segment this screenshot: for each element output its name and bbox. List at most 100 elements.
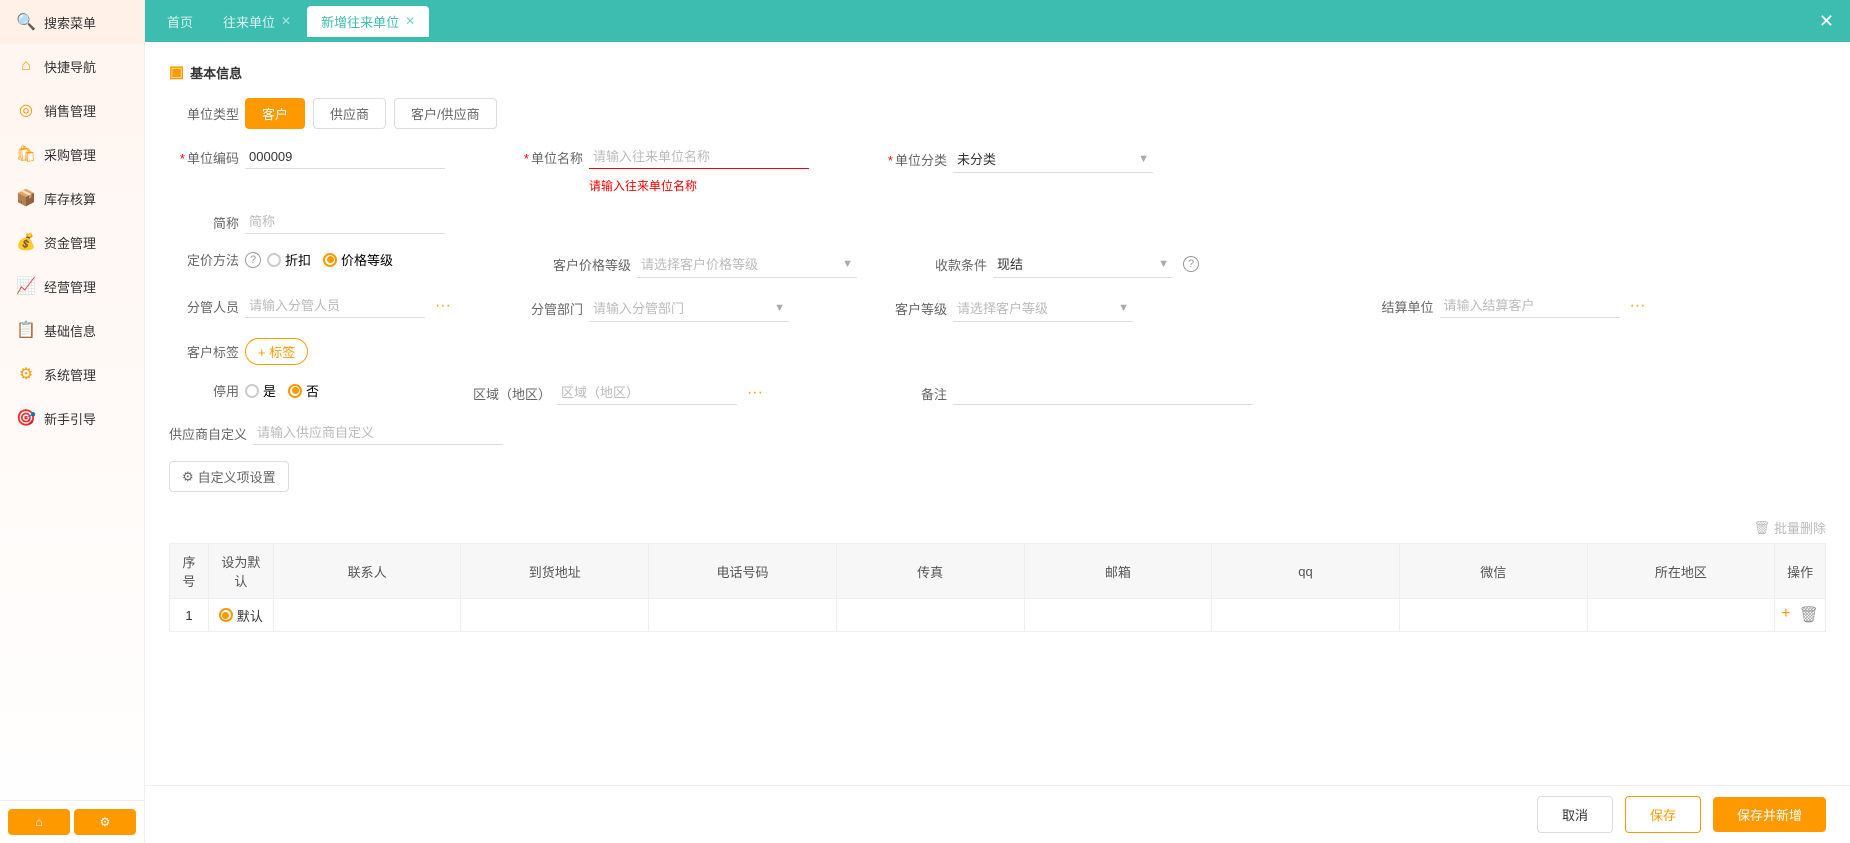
sidebar-item-system[interactable]: ⚙ 系统管理 bbox=[0, 352, 144, 396]
settlement-more-btn[interactable]: ··· bbox=[1626, 297, 1650, 315]
manager-row: 分管人员 ··· 分管部门 请输入分管部门 ▼ 客户等级 请选择客户等级 ▼ bbox=[169, 294, 1826, 322]
row-delete-btn[interactable]: 🗑 bbox=[1799, 605, 1819, 625]
search-icon: 🔍 bbox=[16, 12, 36, 32]
row-action-btns: + 🗑 bbox=[1781, 605, 1819, 625]
sidebar-item-inventory[interactable]: 📦 库存核算 bbox=[0, 176, 144, 220]
radio-disable-yes[interactable]: 是 bbox=[245, 381, 276, 400]
region-label: 区域（地区） bbox=[473, 384, 551, 403]
settlement-unit-label: 结算单位 bbox=[1364, 297, 1434, 316]
manager-more-btn[interactable]: ··· bbox=[431, 297, 455, 315]
section-title: 基本信息 bbox=[190, 63, 242, 82]
payment-terms-select[interactable]: 现结 ▼ bbox=[993, 250, 1173, 278]
unit-code-input[interactable] bbox=[245, 145, 445, 169]
cancel-button[interactable]: 取消 bbox=[1537, 796, 1613, 833]
manager-label: 分管人员 bbox=[169, 297, 239, 316]
manager-input[interactable] bbox=[245, 294, 425, 318]
col-phone: 电话号码 bbox=[649, 544, 837, 599]
customer-price-label: 客户价格等级 bbox=[553, 255, 631, 274]
tab-partners[interactable]: 往来单位 ✕ bbox=[209, 6, 305, 37]
save-button[interactable]: 保存 bbox=[1625, 796, 1701, 833]
cell-qq[interactable] bbox=[1212, 599, 1400, 632]
cell-region[interactable] bbox=[1587, 599, 1775, 632]
short-name-field: 简称 bbox=[169, 210, 489, 234]
unit-class-label: 单位分类 bbox=[877, 150, 947, 169]
col-email: 邮箱 bbox=[1024, 544, 1212, 599]
cell-fax[interactable] bbox=[836, 599, 1024, 632]
payment-terms-help-icon[interactable]: ? bbox=[1183, 256, 1199, 272]
table-toolbar: 🗑 批量删除 bbox=[169, 518, 1826, 537]
finance-icon: 💰 bbox=[16, 232, 36, 252]
radio-discount[interactable]: 折扣 bbox=[267, 250, 311, 269]
row-add-btn[interactable]: + bbox=[1781, 605, 1790, 625]
sidebar-item-purchase[interactable]: 🛍 采购管理 bbox=[0, 132, 144, 176]
col-fax: 传真 bbox=[836, 544, 1024, 599]
unit-class-chevron: ▼ bbox=[1138, 153, 1149, 165]
col-default: 设为默认 bbox=[208, 544, 273, 599]
unit-code-field: 单位编码 bbox=[169, 145, 489, 169]
purchase-icon: 🛍 bbox=[16, 144, 36, 164]
unit-name-label: 单位名称 bbox=[513, 148, 583, 167]
unit-class-select[interactable]: 未分类 ▼ bbox=[953, 145, 1153, 173]
save-new-button[interactable]: 保存并新增 bbox=[1713, 797, 1826, 832]
sidebar-item-finance[interactable]: 💰 资金管理 bbox=[0, 220, 144, 264]
tab-home[interactable]: 首页 bbox=[153, 6, 207, 37]
add-tag-btn[interactable]: + 标签 bbox=[245, 338, 308, 365]
col-region: 所在地区 bbox=[1587, 544, 1775, 599]
col-qq: qq bbox=[1212, 544, 1400, 599]
customer-level-select[interactable]: 请选择客户等级 ▼ bbox=[953, 294, 1133, 322]
content-area: ▣ 基本信息 单位类型 客户 供应商 客户/供应商 单位编码 bbox=[145, 42, 1850, 785]
tab-bar-close-btn[interactable]: ✕ bbox=[1811, 11, 1842, 32]
cell-address[interactable] bbox=[461, 599, 649, 632]
sidebar-bottom: ⌂ ⚙ bbox=[0, 800, 144, 843]
payment-terms-chevron: ▼ bbox=[1158, 258, 1169, 270]
sidebar-item-basic[interactable]: 📋 基础信息 bbox=[0, 308, 144, 352]
sidebar-item-search[interactable]: 🔍 搜索菜单 bbox=[0, 0, 144, 44]
region-more-btn[interactable]: ··· bbox=[743, 384, 767, 402]
unit-name-input[interactable] bbox=[589, 145, 809, 169]
unit-name-field: 单位名称 请输入往来单位名称 bbox=[513, 145, 853, 194]
disable-field: 停用 是 否 bbox=[169, 381, 449, 400]
supplier-custom-input[interactable] bbox=[253, 421, 503, 445]
unit-type-btn-group: 客户 供应商 客户/供应商 bbox=[245, 98, 497, 129]
disable-radio-group: 是 否 bbox=[245, 381, 319, 400]
tab-new-partner-close[interactable]: ✕ bbox=[405, 14, 415, 28]
pricing-help-icon[interactable]: ? bbox=[245, 252, 261, 268]
dept-select[interactable]: 请输入分管部门 ▼ bbox=[589, 294, 789, 322]
pricing-radio-group: 折扣 价格等级 bbox=[267, 250, 393, 269]
radio-price-level[interactable]: 价格等级 bbox=[323, 250, 393, 269]
settlement-unit-input[interactable] bbox=[1440, 294, 1620, 318]
disable-label: 停用 bbox=[169, 381, 239, 400]
customer-tag-field: 客户标签 + 标签 bbox=[169, 338, 1826, 365]
radio-price-level-dot bbox=[327, 256, 334, 263]
cell-wechat[interactable] bbox=[1399, 599, 1587, 632]
sidebar-item-quick-nav[interactable]: ⌂ 快捷导航 bbox=[0, 44, 144, 88]
sidebar-item-guide[interactable]: 🎯 新手引导 bbox=[0, 396, 144, 440]
cell-phone[interactable] bbox=[649, 599, 837, 632]
custom-settings-btn[interactable]: ⚙ 自定义项设置 bbox=[169, 461, 289, 492]
type-btn-customer[interactable]: 客户 bbox=[245, 98, 305, 129]
settings-shortcut-btn[interactable]: ⚙ bbox=[74, 809, 136, 835]
short-name-input[interactable] bbox=[245, 210, 445, 234]
inventory-icon: 📦 bbox=[16, 188, 36, 208]
tab-new-partner[interactable]: 新增往来单位 ✕ bbox=[307, 6, 429, 37]
row-default-radio[interactable] bbox=[219, 608, 233, 622]
tab-partners-close[interactable]: ✕ bbox=[281, 14, 291, 28]
sidebar-item-sales[interactable]: ◎ 销售管理 bbox=[0, 88, 144, 132]
type-btn-both[interactable]: 客户/供应商 bbox=[394, 98, 497, 129]
col-wechat: 微信 bbox=[1399, 544, 1587, 599]
sidebar-item-operations[interactable]: 📈 经营管理 bbox=[0, 264, 144, 308]
home-shortcut-btn[interactable]: ⌂ bbox=[8, 809, 70, 835]
type-btn-supplier[interactable]: 供应商 bbox=[313, 98, 386, 129]
radio-disable-no[interactable]: 否 bbox=[288, 381, 319, 400]
main-area: 首页 往来单位 ✕ 新增往来单位 ✕ ✕ ▣ 基本信息 单位类型 客户 供应商 … bbox=[145, 0, 1850, 843]
supplier-custom-field: 供应商自定义 bbox=[169, 421, 589, 445]
cell-contact[interactable] bbox=[273, 599, 461, 632]
customer-price-select[interactable]: 请选择客户价格等级 ▼ bbox=[637, 250, 857, 278]
remark-input[interactable] bbox=[953, 381, 1253, 405]
batch-delete-btn[interactable]: 🗑 批量删除 bbox=[1753, 518, 1826, 537]
region-input[interactable] bbox=[557, 381, 737, 405]
sidebar: 🔍 搜索菜单 ⌂ 快捷导航 ◎ 销售管理 🛍 采购管理 📦 库存核算 💰 资金管… bbox=[0, 0, 145, 843]
cell-email[interactable] bbox=[1024, 599, 1212, 632]
section-header: ▣ 基本信息 bbox=[169, 62, 1826, 82]
operations-icon: 📈 bbox=[16, 276, 36, 296]
